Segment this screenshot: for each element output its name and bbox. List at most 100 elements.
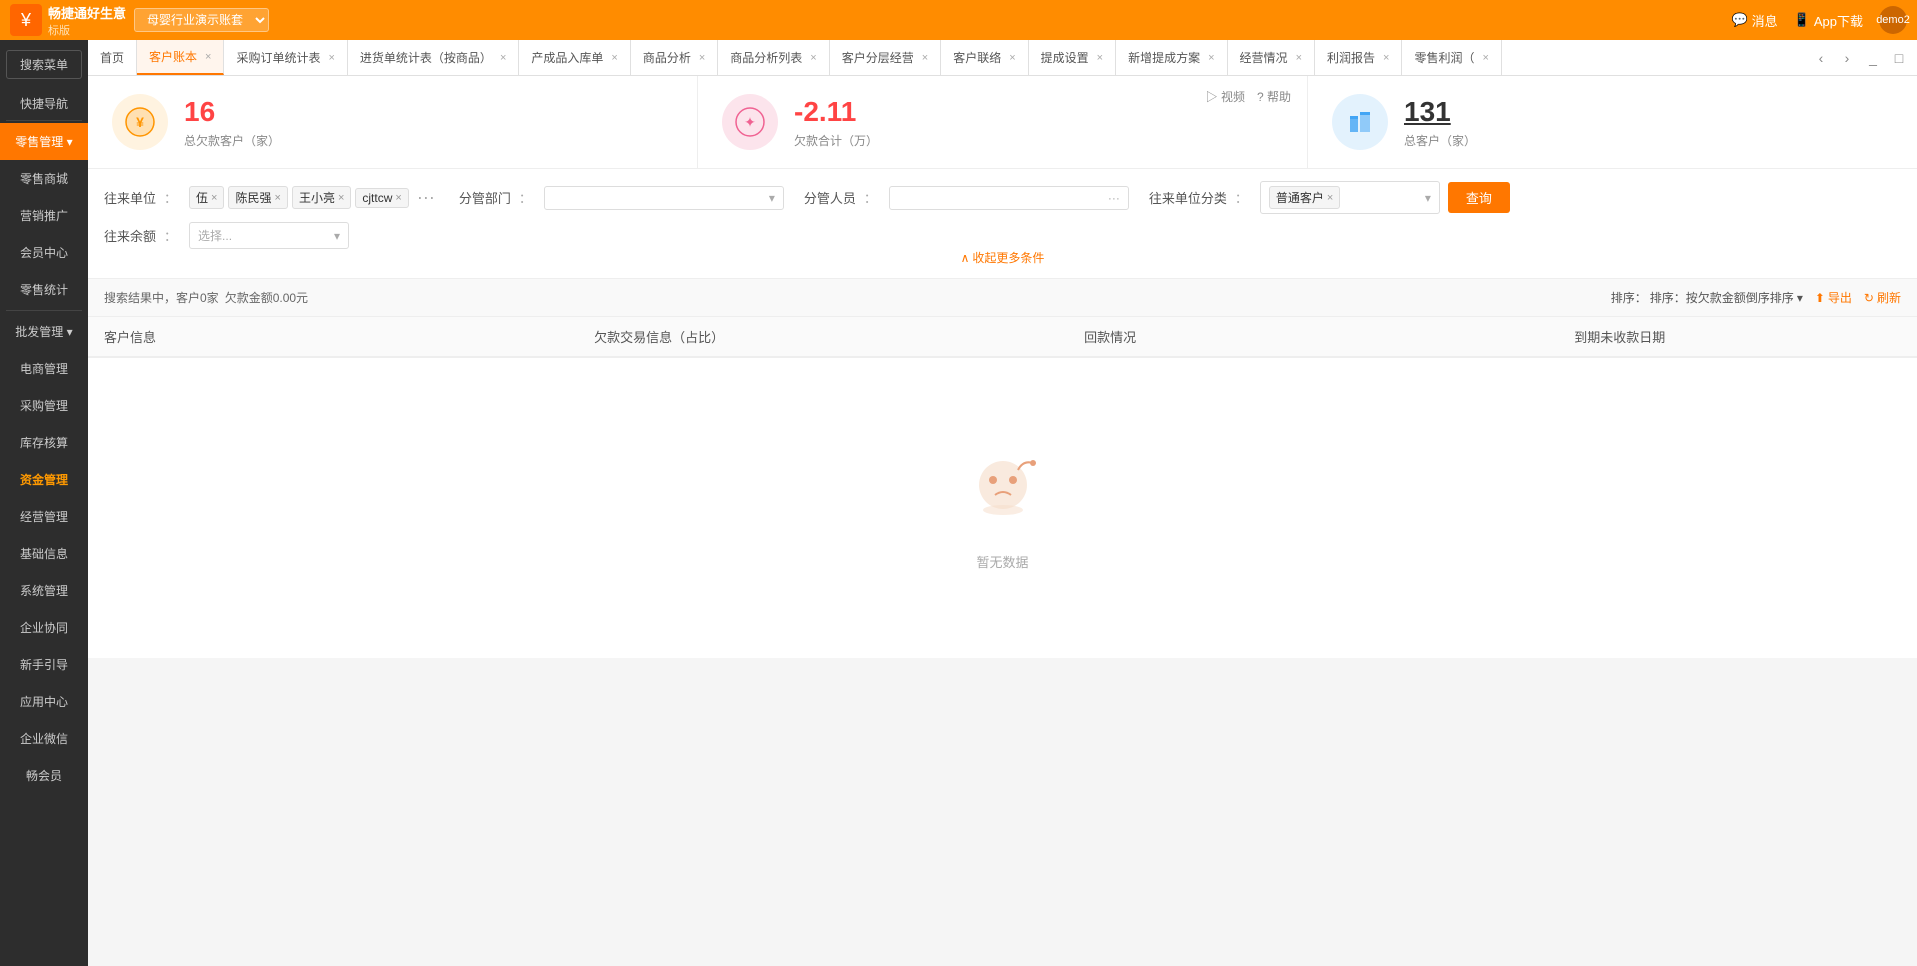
refresh-button[interactable]: ↻ 刷新 (1864, 289, 1901, 306)
sidebar-item-retail-stats[interactable]: 零售统计 (0, 271, 88, 308)
th-due-date: 到期未收款日期 (1574, 327, 1901, 346)
tab-close-customer-ledger[interactable]: × (205, 51, 211, 63)
summary-card-overdue-customers: ¥ 16 总欠款客户（家） (88, 76, 698, 168)
remove-tag-wang[interactable]: × (338, 192, 344, 204)
balance-select[interactable]: 选择... ▾ (189, 222, 349, 249)
logo-text: 畅捷通好生意 (48, 3, 126, 22)
remove-tag-chen[interactable]: × (275, 192, 281, 204)
sidebar-item-enterprise[interactable]: 企业协同 (0, 609, 88, 646)
sort-button[interactable]: 排序： 排序：按欠款金额倒序排序 ▾ (1611, 289, 1803, 306)
tab-close-commission-settings[interactable]: × (1097, 52, 1103, 64)
sidebar-item-purchase[interactable]: 采购管理 (0, 387, 88, 424)
tab-expand-button[interactable]: □ (1887, 46, 1911, 70)
tab-prev-button[interactable]: ‹ (1809, 46, 1833, 70)
tab-close-add-commission[interactable]: × (1208, 52, 1214, 64)
sidebar-item-member-center[interactable]: 会员中心 (0, 234, 88, 271)
search-menu-button[interactable]: 搜索菜单 (6, 50, 82, 79)
card-data-total-customers: 131 总客户（家） (1404, 96, 1476, 149)
sidebar-item-marketing[interactable]: 营销推广 (0, 197, 88, 234)
sidebar-item-system[interactable]: 系统管理 (0, 572, 88, 609)
sidebar-item-wholesale[interactable]: 批发管理 ▾ (0, 313, 88, 350)
sort-label-text: 排序： (1611, 289, 1647, 306)
tab-commission-settings[interactable]: 提成设置 × (1029, 40, 1116, 75)
th-payment: 回款情况 (1084, 327, 1574, 346)
tab-close-inbound-stats[interactable]: × (500, 52, 506, 64)
category-colon: ： (1235, 188, 1248, 207)
category-select[interactable]: 普通客户 × ▾ (1260, 181, 1440, 214)
sidebar-item-newbie[interactable]: 新手引导 (0, 646, 88, 683)
tab-customer-contact[interactable]: 客户联络 × (941, 40, 1028, 75)
tab-retail-profit[interactable]: 零售利润（ × (1402, 40, 1501, 75)
tab-customer-tier[interactable]: 客户分层经营 × (830, 40, 941, 75)
tab-next-button[interactable]: › (1835, 46, 1859, 70)
card-label-total-debt: 欠款合计（万） (794, 132, 878, 149)
tab-close-product-analysis[interactable]: × (699, 52, 705, 64)
sidebar-item-wechat[interactable]: 企业微信 (0, 720, 88, 757)
tab-close-retail-profit[interactable]: × (1482, 52, 1488, 64)
remove-tag-wu[interactable]: × (211, 192, 217, 204)
tab-close-profit-report[interactable]: × (1383, 52, 1389, 64)
demo-account-select[interactable]: 母婴行业演示账套 (134, 8, 269, 32)
search-result-text: 搜索结果中，客户0家 (104, 289, 219, 306)
tab-close-customer-tier[interactable]: × (922, 52, 928, 64)
tab-product-analysis-list[interactable]: 商品分析列表 × (718, 40, 829, 75)
result-bar-right: 排序： 排序：按欠款金额倒序排序 ▾ ⬆ 导出 ↻ 刷新 (1611, 289, 1901, 306)
person-input[interactable]: ··· (889, 186, 1129, 210)
filter-tag-wang: 王小亮 × (292, 186, 351, 209)
chevron-down-icon: ▾ (67, 135, 73, 149)
svg-text:✦: ✦ (744, 114, 756, 130)
dept-select[interactable]: ▾ (544, 186, 784, 210)
more-tags-button[interactable]: ··· (413, 187, 439, 208)
top-bar-left: ¥ 畅捷通好生意 标版 母婴行业演示账套 (10, 3, 269, 38)
tab-customer-ledger[interactable]: 客户账本 × (137, 40, 224, 75)
filter-row-1: 往来单位 ： 伍 × 陈民强 × 王小亮 (104, 181, 1901, 214)
tab-add-commission[interactable]: 新增提成方案 × (1116, 40, 1227, 75)
query-button[interactable]: 查询 (1448, 182, 1510, 213)
sidebar-item-basic-info[interactable]: 基础信息 (0, 535, 88, 572)
tab-minimize-button[interactable]: _ (1861, 46, 1885, 70)
tab-operations[interactable]: 经营情况 × (1228, 40, 1315, 75)
collapse-button[interactable]: ∧ 收起更多条件 (961, 249, 1045, 266)
remove-tag-cjttcw[interactable]: × (395, 192, 401, 204)
sidebar-item-retail-mgmt[interactable]: 零售管理 ▾ (0, 123, 88, 160)
remove-category-tag[interactable]: × (1327, 192, 1333, 204)
dept-colon: ： (519, 188, 532, 207)
card-icon-blue (1332, 94, 1388, 150)
table-body: 暂无数据 (88, 358, 1917, 658)
tab-product-inbound[interactable]: 产成品入库单 × (519, 40, 630, 75)
video-link[interactable]: ▷ 视频 (1206, 88, 1245, 105)
company-colon: ： (164, 188, 177, 207)
filter-tag-wu: 伍 × (189, 186, 224, 209)
person-dots-icon[interactable]: ··· (1108, 191, 1120, 205)
app-download-button[interactable]: 📱 App下载 (1794, 11, 1863, 30)
tab-inbound-stats[interactable]: 进货单统计表（按商品） × (348, 40, 519, 75)
sidebar-item-apps[interactable]: 应用中心 (0, 683, 88, 720)
help-link[interactable]: ? 帮助 (1257, 88, 1291, 105)
sidebar-item-inventory[interactable]: 库存核算 (0, 424, 88, 461)
export-icon: ⬆ (1815, 291, 1825, 305)
person-colon: ： (864, 188, 877, 207)
tab-close-product-inbound[interactable]: × (611, 52, 617, 64)
tab-close-operations[interactable]: × (1296, 52, 1302, 64)
message-button[interactable]: 💬 消息 (1731, 11, 1777, 30)
phone-icon: 📱 (1794, 12, 1810, 28)
sidebar-quick-nav[interactable]: 快捷导航 (0, 89, 88, 118)
sidebar-item-operations[interactable]: 经营管理 (0, 498, 88, 535)
tab-close-customer-contact[interactable]: × (1009, 52, 1015, 64)
tab-close-purchase-stats[interactable]: × (328, 52, 334, 64)
sidebar-item-finance[interactable]: 资金管理 (0, 461, 88, 498)
export-button[interactable]: ⬆ 导出 (1815, 289, 1852, 306)
tab-profit-report[interactable]: 利润报告 × (1315, 40, 1402, 75)
sidebar-item-ecommerce[interactable]: 电商管理 (0, 350, 88, 387)
category-label: 往来单位分类 (1149, 188, 1227, 207)
user-button[interactable]: demo2 (1879, 6, 1907, 34)
logo-text-area: 畅捷通好生意 标版 (48, 3, 126, 38)
tab-close-product-analysis-list[interactable]: × (810, 52, 816, 64)
balance-colon: ： (164, 226, 177, 245)
sidebar-item-member[interactable]: 畅会员 (0, 757, 88, 794)
collapse-icon: ∧ (961, 251, 970, 265)
tab-purchase-stats[interactable]: 采购订单统计表 × (224, 40, 347, 75)
tab-product-analysis[interactable]: 商品分析 × (631, 40, 718, 75)
tab-home[interactable]: 首页 (88, 40, 137, 75)
sidebar-item-retail-mall[interactable]: 零售商城 (0, 160, 88, 197)
